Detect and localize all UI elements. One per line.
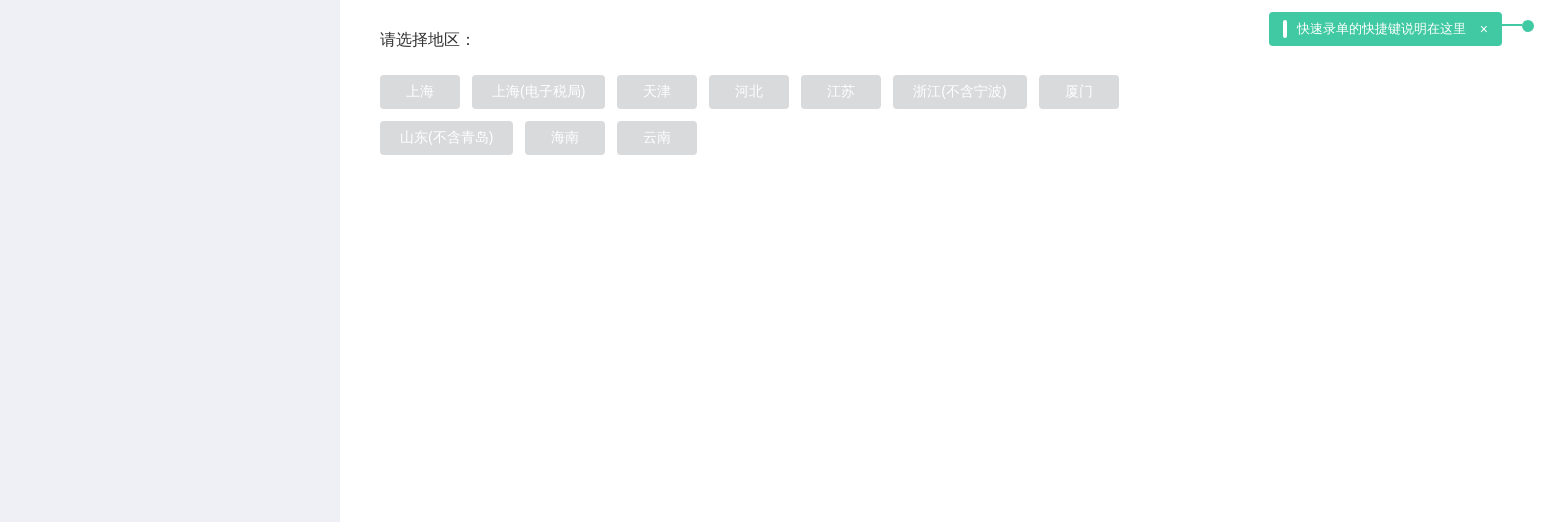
region-button[interactable]: 浙江(不含宁波) <box>893 75 1026 109</box>
tooltip-text: 快速录单的快捷键说明在这里 <box>1297 20 1466 38</box>
region-button[interactable]: 厦门 <box>1039 75 1119 109</box>
region-button[interactable]: 河北 <box>709 75 789 109</box>
tooltip-close-button[interactable]: × <box>1480 22 1488 36</box>
region-button[interactable]: 天津 <box>617 75 697 109</box>
tooltip-connector-line <box>1500 24 1522 26</box>
tooltip-accent-bar <box>1283 20 1287 38</box>
sidebar <box>0 0 340 522</box>
region-button[interactable]: 山东(不含青岛) <box>380 121 513 155</box>
main-content: 请选择地区： 上海上海(电子税局)天津河北江苏浙江(不含宁波)厦门 山东(不含青… <box>340 0 1562 522</box>
region-button[interactable]: 海南 <box>525 121 605 155</box>
region-button[interactable]: 上海(电子税局) <box>472 75 605 109</box>
region-button[interactable]: 上海 <box>380 75 460 109</box>
region-row-1: 上海上海(电子税局) 天津河北江苏浙江(不含宁波) 厦门 <box>380 75 1522 109</box>
region-row-2: 山东(不含青岛) 海南云南 <box>380 121 1522 155</box>
tooltip-banner: 快速录单的快捷键说明在这里 × <box>1269 12 1502 46</box>
region-button[interactable]: 云南 <box>617 121 697 155</box>
region-button[interactable]: 江苏 <box>801 75 881 109</box>
tooltip-dot <box>1522 20 1534 32</box>
